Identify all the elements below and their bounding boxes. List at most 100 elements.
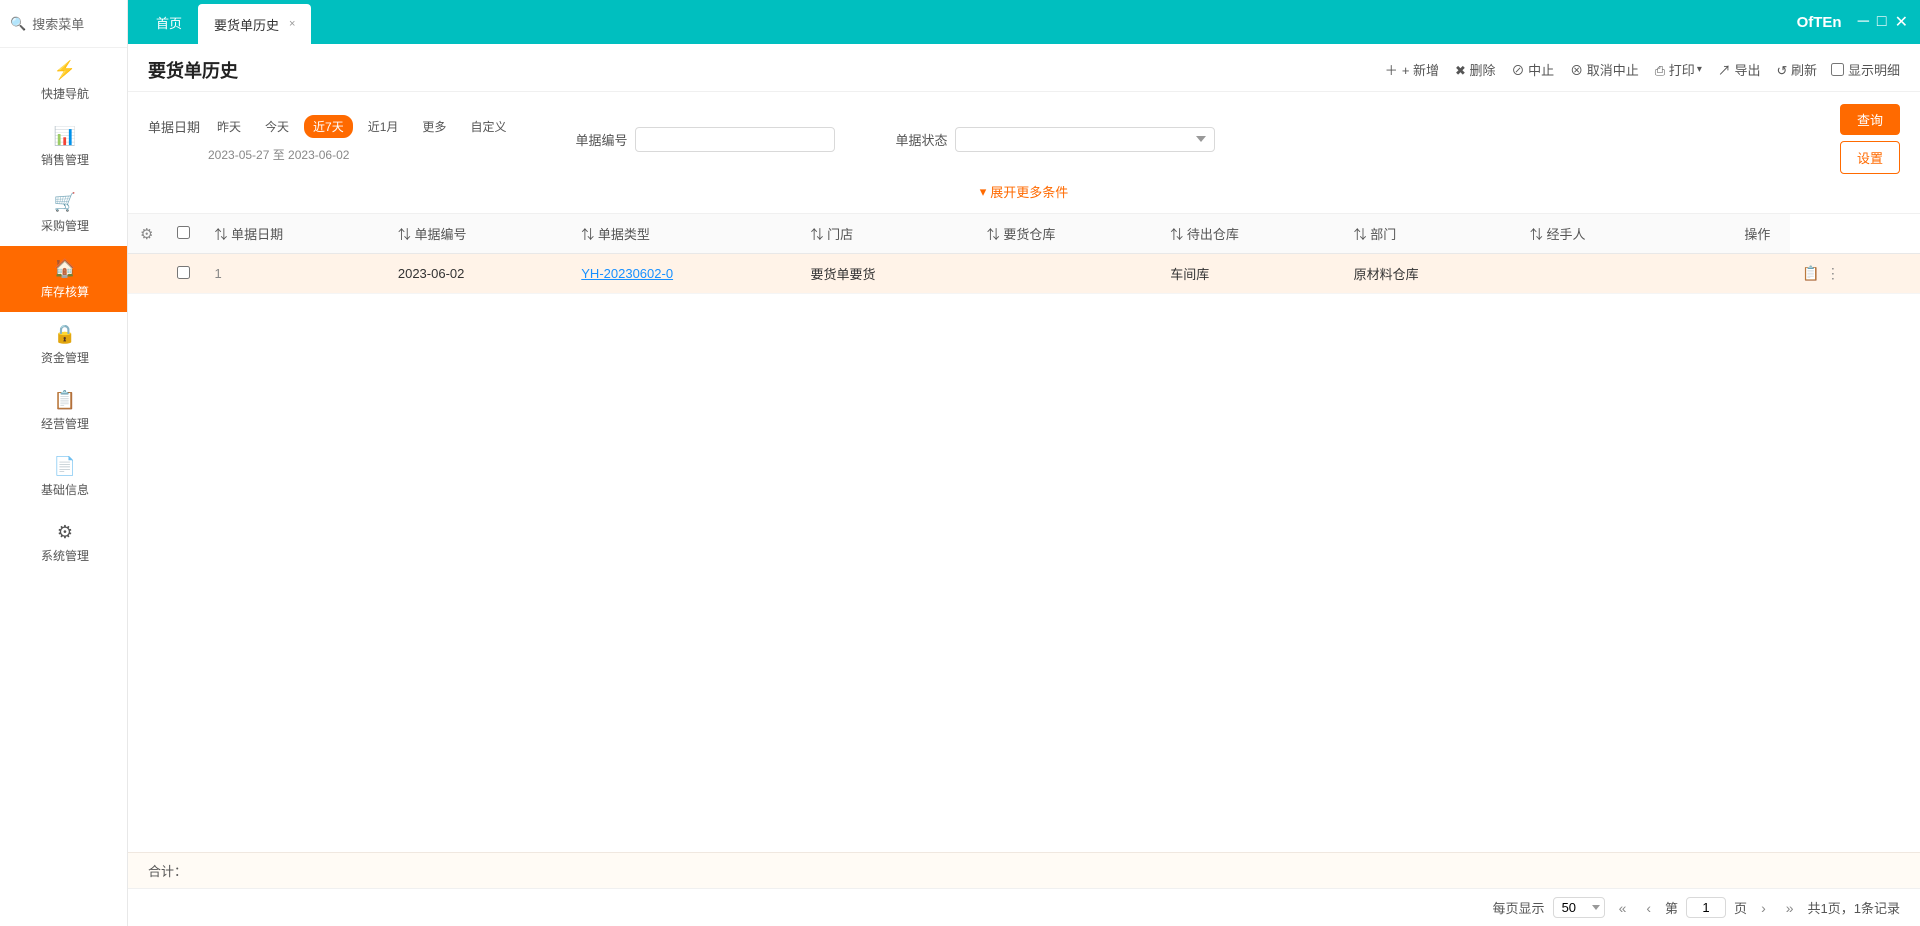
date-filter-label: 单据日期 [148, 117, 200, 136]
display-detail-checkbox[interactable]: 显示明细 [1831, 60, 1900, 79]
tab-close-icon[interactable]: × [289, 18, 295, 30]
tab-active[interactable]: 要货单历史 × [198, 4, 311, 44]
suspend-button[interactable]: ⊘ 中止 [1510, 56, 1557, 83]
status-label: 单据状态 [895, 130, 947, 149]
select-all-checkbox[interactable] [177, 226, 190, 239]
date-option-btn[interactable]: 近7天 [304, 115, 353, 138]
tab-home-label: 首页 [156, 13, 182, 32]
doc-no-label: 单据编号 [575, 130, 627, 149]
col-header-doc_type[interactable]: ⇅ 单据类型 [569, 214, 798, 254]
filter-row-1: 单据日期 昨天今天近7天近1月更多自定义 2023-05-27 至 2023-0… [148, 104, 1900, 174]
col-header-settings: ⚙ [128, 214, 165, 254]
sidebar-search[interactable]: 🔍 搜索菜单 [0, 0, 127, 48]
main-table: ⚙ ⇅ 单据日期⇅ 单据编号⇅ 单据类型⇅ 门店⇅ 要货仓库⇅ 待出仓库⇅ 部门⇅… [128, 214, 1920, 294]
sidebar-item-finance[interactable]: 🔒资金管理 [0, 312, 127, 378]
basic-icon: 📄 [54, 456, 76, 477]
sidebar-item-quick-nav[interactable]: ⚡ 快捷导航 [0, 48, 127, 114]
page-input[interactable] [1686, 897, 1726, 918]
expand-more-button[interactable]: ▾ 展开更多条件 [980, 182, 1069, 201]
table-body: 12023-06-02YH-20230602-0要货单要货车间库原材料仓库 📋 … [128, 254, 1920, 294]
brand-label: OfTEn [1797, 14, 1842, 31]
expand-icon: ▾ [980, 184, 987, 200]
last-page-button[interactable]: » [1780, 898, 1800, 918]
new-button[interactable]: ＋ + 新增 [1383, 56, 1441, 83]
expand-label: 展开更多条件 [990, 182, 1068, 201]
sidebar-item-sales[interactable]: 📊 销售管理 [0, 114, 127, 180]
action-cell: 📋 ⋮ [1790, 254, 1920, 294]
print-button[interactable]: ⎙ 打印 ▾ [1653, 56, 1704, 83]
row-settings [128, 254, 165, 294]
page-size-label: 每页显示 [1493, 898, 1545, 917]
doc-no-link[interactable]: YH-20230602-0 [581, 266, 673, 281]
sales-icon: 📊 [54, 126, 76, 147]
tab-home[interactable]: 首页 [140, 0, 198, 44]
refresh-button[interactable]: ↺ 刷新 [1774, 56, 1819, 83]
next-page-button[interactable]: › [1755, 898, 1772, 918]
sidebar-item-inventory[interactable]: 🏠库存核算 [0, 246, 127, 312]
sidebar-item-label: 系统管理 [41, 547, 89, 564]
query-button[interactable]: 查询 [1840, 104, 1900, 135]
sidebar-item-basic[interactable]: 📄 基础信息 [0, 444, 127, 510]
col-header-checkbox [165, 214, 202, 254]
status-select[interactable] [955, 127, 1215, 152]
more-icon[interactable]: ⋮ [1826, 265, 1840, 282]
sidebar-item-label: 销售管理 [41, 151, 89, 168]
row-checkbox-cell [165, 254, 202, 294]
settings-button[interactable]: 设置 [1840, 141, 1900, 174]
cancel-suspend-button[interactable]: ⊗ 取消中止 [1568, 56, 1641, 83]
topbar-right: OfTEn ─ □ ✕ [1797, 12, 1908, 32]
date-option-btn[interactable]: 自定义 [461, 115, 515, 138]
table-row: 12023-06-02YH-20230602-0要货单要货车间库原材料仓库 📋 … [128, 254, 1920, 294]
pending-warehouse: 原材料仓库 [1342, 254, 1518, 294]
sidebar-item-label: 快捷导航 [41, 85, 89, 102]
minimize-button[interactable]: ─ [1858, 13, 1869, 31]
handler [1676, 254, 1791, 294]
search-icon: 🔍 [10, 16, 26, 32]
table-header: ⚙ ⇅ 单据日期⇅ 单据编号⇅ 单据类型⇅ 门店⇅ 要货仓库⇅ 待出仓库⇅ 部门⇅… [128, 214, 1920, 254]
doc-no-input[interactable] [635, 127, 835, 152]
req-warehouse: 车间库 [1158, 254, 1341, 294]
total-info: 共1页，1条记录 [1808, 898, 1900, 917]
delete-button[interactable]: ✖ 删除 [1453, 56, 1498, 83]
sidebar-item-label: 采购管理 [41, 217, 89, 234]
col-header-req_warehouse[interactable]: ⇅ 要货仓库 [975, 214, 1158, 254]
sidebar-item-system[interactable]: ⚙系统管理 [0, 510, 127, 576]
display-detail-input[interactable] [1831, 63, 1844, 76]
table-container: ⚙ ⇅ 单据日期⇅ 单据编号⇅ 单据类型⇅ 门店⇅ 要货仓库⇅ 待出仓库⇅ 部门⇅… [128, 214, 1920, 852]
goto-suffix: 页 [1734, 898, 1747, 917]
finance-icon: 🔒 [54, 324, 76, 345]
gear-icon[interactable]: ⚙ [140, 226, 153, 243]
col-header-doc_date[interactable]: ⇅ 单据日期 [202, 214, 385, 254]
topbar: 首页 要货单历史 × OfTEn ─ □ ✕ [128, 0, 1920, 44]
page-title: 要货单历史 [148, 57, 238, 83]
date-option-btn[interactable]: 更多 [413, 115, 455, 138]
first-page-button[interactable]: « [1613, 898, 1633, 918]
col-header-doc_no[interactable]: ⇅ 单据编号 [386, 214, 569, 254]
prev-page-button[interactable]: ‹ [1640, 898, 1657, 918]
edit-icon[interactable]: 📋 [1802, 265, 1819, 282]
col-header-department[interactable]: ⇅ 部门 [1342, 214, 1518, 254]
goto-label: 第 [1665, 898, 1678, 917]
date-option-btn[interactable]: 昨天 [208, 115, 250, 138]
date-option-btn[interactable]: 近1月 [359, 115, 408, 138]
sidebar-item-purchase[interactable]: 🛒采购管理 [0, 180, 127, 246]
quick-nav-icon: ⚡ [54, 60, 76, 81]
row-checkbox[interactable] [177, 266, 190, 279]
export-button[interactable]: ↗ 导出 [1716, 56, 1763, 83]
main-area: 首页 要货单历史 × OfTEn ─ □ ✕ 要货单历史 ＋ + 新增 ✖ 删除 [128, 0, 1920, 926]
maximize-button[interactable]: □ [1877, 13, 1887, 31]
pagination-bar: 每页显示 50100200 « ‹ 第 页 › » 共1页，1条记录 [128, 888, 1920, 926]
date-options: 昨天今天近7天近1月更多自定义 [208, 115, 515, 138]
new-icon: ＋ [1385, 60, 1398, 79]
sidebar-item-label: 库存核算 [41, 283, 89, 300]
sidebar-item-label: 基础信息 [41, 481, 89, 498]
sidebar-item-operations[interactable]: 📋经营管理 [0, 378, 127, 444]
date-option-btn[interactable]: 今天 [256, 115, 298, 138]
page-size-select[interactable]: 50100200 [1553, 897, 1605, 918]
col-header-pending_warehouse[interactable]: ⇅ 待出仓库 [1158, 214, 1341, 254]
close-button[interactable]: ✕ [1895, 12, 1908, 32]
col-header-store[interactable]: ⇅ 门店 [799, 214, 975, 254]
col-header-handler[interactable]: ⇅ 经手人 [1518, 214, 1676, 254]
sidebar: 🔍 搜索菜单 ⚡ 快捷导航 📊 销售管理 🛒采购管理🏠库存核算🔒资金管理📋经营管理 📄 基础… [0, 0, 128, 926]
doc-type: 要货单要货 [799, 254, 975, 294]
